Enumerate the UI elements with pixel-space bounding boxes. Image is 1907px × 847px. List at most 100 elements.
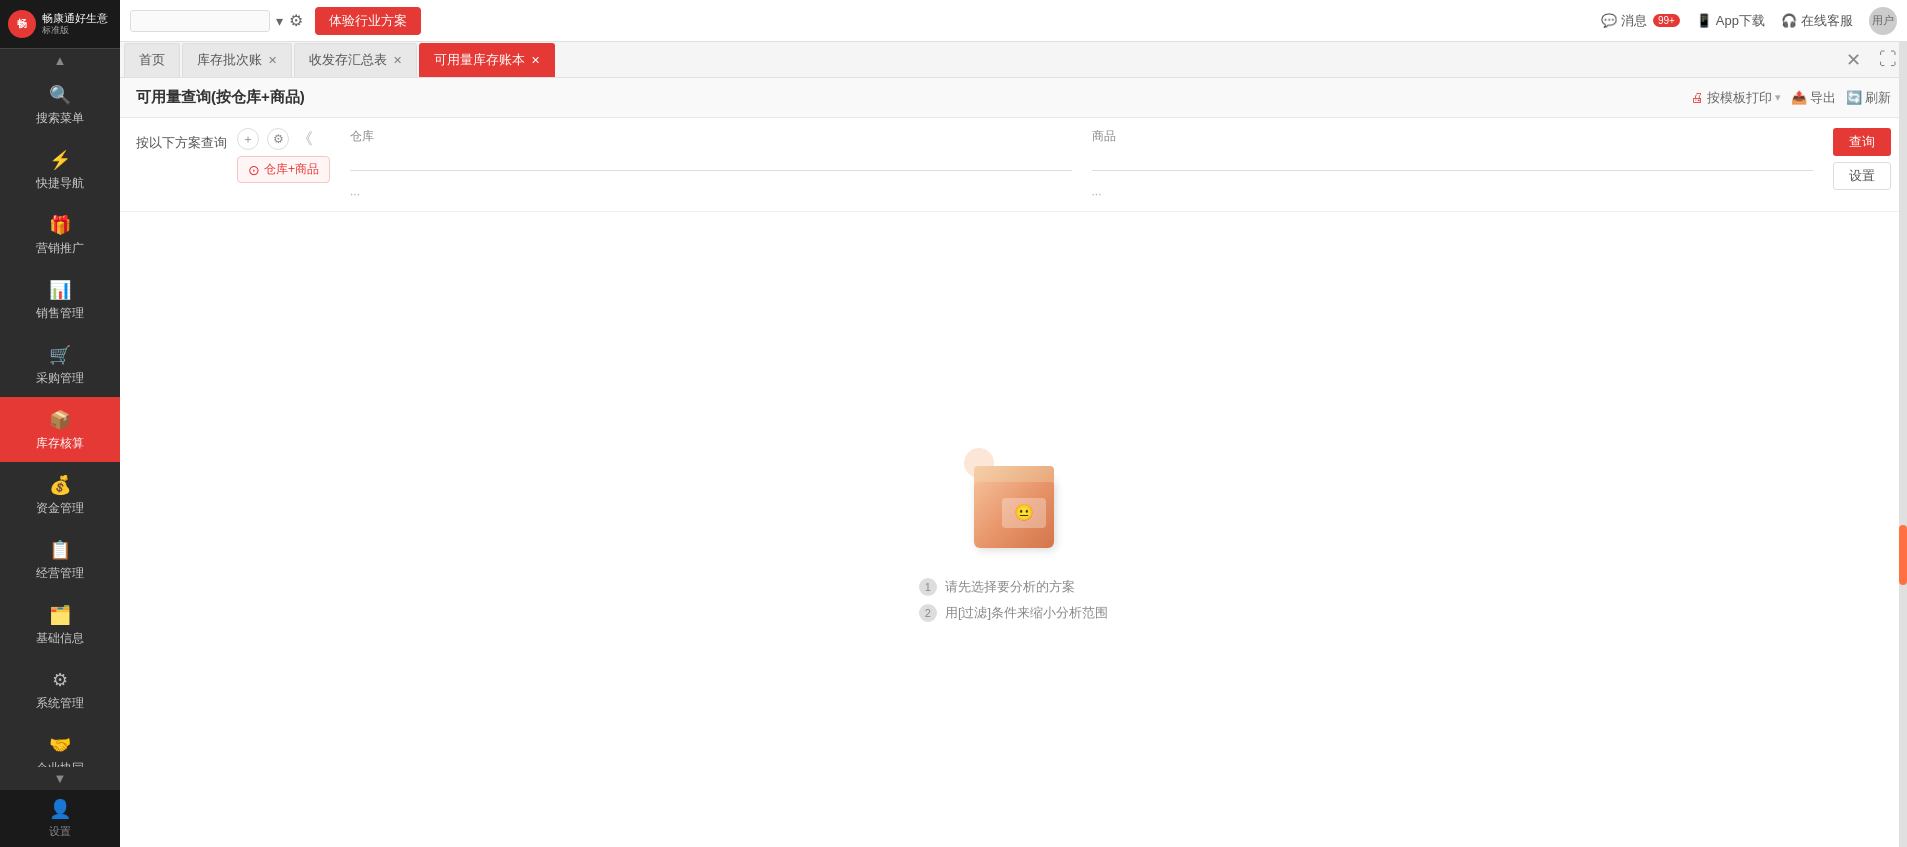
nav-label-9: 系统管理	[36, 695, 84, 712]
tab-label-1: 库存批次账	[197, 51, 262, 69]
tab-3[interactable]: 可用量库存账本 ✕	[419, 43, 555, 77]
nav-icon-9: ⚙	[52, 669, 68, 691]
main-area: ▾ ⚙ 体验行业方案 💬 消息 99+ 📱 App下载 🎧 在线客服 用户	[120, 0, 1907, 847]
user-avatar[interactable]: 用户	[1869, 7, 1897, 35]
nav-label-1: 快捷导航	[36, 175, 84, 192]
nav-icon-10: 🤝	[49, 734, 71, 756]
sidebar-item-销售管理[interactable]: 📊 销售管理	[0, 267, 120, 332]
sidebar-item-搜索菜单[interactable]: 🔍 搜索菜单	[0, 72, 120, 137]
topbar-gear-btn[interactable]: ⚙	[289, 11, 303, 30]
goods-label: 商品	[1092, 128, 1814, 145]
sidebar-item-企业协同[interactable]: 🤝 企业协同	[0, 722, 120, 767]
topbar-app-download[interactable]: 📱 App下载	[1696, 12, 1765, 30]
nav-icon-6: 💰	[49, 474, 71, 496]
tab-label-3: 可用量库存账本	[434, 51, 525, 69]
nav-icon-5: 📦	[49, 409, 71, 431]
filter-options: ＋ ⚙ 《 ⊙ 仓库+商品	[237, 128, 330, 183]
print-icon: 🖨	[1691, 90, 1704, 105]
nav-label-7: 经营管理	[36, 565, 84, 582]
filter-area: 按以下方案查询 ＋ ⚙ 《 ⊙ 仓库+商品 仓库 ···	[120, 118, 1907, 212]
filter-settings-btn[interactable]: ⚙	[267, 128, 289, 150]
warehouse-more-btn[interactable]: ···	[350, 187, 1072, 201]
filter-top: ＋ ⚙ 《	[237, 128, 330, 150]
sidebar-item-营销推广[interactable]: 🎁 营销推广	[0, 202, 120, 267]
topbar-industry-btn[interactable]: 体验行业方案	[315, 7, 421, 35]
refresh-icon: 🔄	[1846, 90, 1862, 105]
nav-label-4: 采购管理	[36, 370, 84, 387]
msg-icon: 💬	[1601, 13, 1617, 28]
refresh-action-btn[interactable]: 🔄 刷新	[1846, 89, 1891, 107]
tab-0[interactable]: 首页	[124, 43, 180, 77]
sidebar-item-系统管理[interactable]: ⚙ 系统管理	[0, 657, 120, 722]
topbar-right: 💬 消息 99+ 📱 App下载 🎧 在线客服 用户	[1601, 7, 1897, 35]
nav-icon-8: 🗂️	[49, 604, 71, 626]
tab-label-0: 首页	[139, 51, 165, 69]
page-title: 可用量查询(按仓库+商品)	[136, 88, 305, 107]
sidebar-item-快捷导航[interactable]: ⚡ 快捷导航	[0, 137, 120, 202]
nav-icon-7: 📋	[49, 539, 71, 561]
empty-hints: 1 请先选择要分析的方案 2 用[过滤]条件来缩小分析范围	[919, 578, 1108, 622]
tab-close-all-btn[interactable]: ✕	[1840, 47, 1867, 73]
sidebar-item-库存核算[interactable]: 📦 库存核算	[0, 397, 120, 462]
right-scrollbar[interactable]	[1899, 42, 1907, 847]
settings-btn[interactable]: 设置	[1833, 162, 1891, 190]
tab-1[interactable]: 库存批次账 ✕	[182, 43, 292, 77]
nav-label-10: 企业协同	[36, 760, 84, 767]
tab-close-2[interactable]: ✕	[393, 54, 402, 67]
page-title-bar: 可用量查询(按仓库+商品) 🖨 按模板打印 ▾ 📤 导出 🔄 刷新	[120, 78, 1907, 118]
nav-label-6: 资金管理	[36, 500, 84, 517]
filter-fields: 仓库 ··· 商品 ···	[350, 128, 1813, 201]
nav-label-2: 营销推广	[36, 240, 84, 257]
logo-text: 畅康通好生意 标准版	[42, 11, 108, 37]
topbar: ▾ ⚙ 体验行业方案 💬 消息 99+ 📱 App下载 🎧 在线客服 用户	[120, 0, 1907, 42]
empty-illustration: 😐	[954, 438, 1074, 558]
topbar-online-support[interactable]: 🎧 在线客服	[1781, 12, 1853, 30]
filter-collapse-btn[interactable]: 《	[297, 129, 313, 150]
export-action-btn[interactable]: 📤 导出	[1791, 89, 1836, 107]
export-icon: 📤	[1791, 90, 1807, 105]
nav-label-8: 基础信息	[36, 630, 84, 647]
nav-icon-4: 🛒	[49, 344, 71, 366]
sidebar-logo: 畅 畅康通好生意 标准版	[0, 0, 120, 49]
sidebar-scroll-down[interactable]: ▼	[0, 767, 120, 790]
goods-input[interactable]	[1092, 147, 1814, 171]
filter-right-btns: 查询 设置	[1833, 128, 1891, 190]
sidebar-item-资金管理[interactable]: 💰 资金管理	[0, 462, 120, 527]
empty-box-face: 😐	[1002, 498, 1046, 528]
filter-field-warehouse: 仓库 ···	[350, 128, 1072, 201]
headset-icon: 🎧	[1781, 13, 1797, 28]
topbar-search-input[interactable]	[130, 10, 270, 32]
nav-icon-0: 🔍	[49, 84, 71, 106]
content-area: 可用量查询(按仓库+商品) 🖨 按模板打印 ▾ 📤 导出 🔄 刷新 按以下	[120, 78, 1907, 847]
empty-hint-1: 1 请先选择要分析的方案	[919, 578, 1108, 596]
filter-add-btn[interactable]: ＋	[237, 128, 259, 150]
print-action-btn[interactable]: 🖨 按模板打印 ▾	[1691, 89, 1781, 107]
tab-2[interactable]: 收发存汇总表 ✕	[294, 43, 417, 77]
goods-more-btn[interactable]: ···	[1092, 187, 1814, 201]
sidebar-item-基础信息[interactable]: 🗂️ 基础信息	[0, 592, 120, 657]
empty-state: 😐 1 请先选择要分析的方案 2 用[过滤]条件来缩小分析范围	[120, 212, 1907, 847]
filter-chip-warehouse-goods[interactable]: ⊙ 仓库+商品	[237, 156, 330, 183]
sidebar-item-采购管理[interactable]: 🛒 采购管理	[0, 332, 120, 397]
empty-box: 😐	[974, 478, 1054, 548]
tab-close-3[interactable]: ✕	[531, 54, 540, 67]
topbar-dropdown-btn[interactable]: ▾	[276, 13, 283, 29]
sidebar-scroll-up[interactable]: ▲	[0, 49, 120, 72]
tabs-bar-right: ✕ ⛶	[1840, 47, 1903, 73]
topbar-msg[interactable]: 💬 消息 99+	[1601, 12, 1680, 30]
filter-label: 按以下方案查询	[136, 134, 227, 152]
nav-label-0: 搜索菜单	[36, 110, 84, 127]
warehouse-input[interactable]	[350, 147, 1072, 171]
nav-icon-1: ⚡	[49, 149, 71, 171]
tab-close-1[interactable]: ✕	[268, 54, 277, 67]
nav-label-3: 销售管理	[36, 305, 84, 322]
tabs-bar: 首页 库存批次账 ✕ 收发存汇总表 ✕ 可用量库存账本 ✕ ✕ ⛶	[120, 42, 1907, 78]
sidebar-nav: 🔍 搜索菜单 ⚡ 快捷导航 🎁 营销推广 📊 销售管理 🛒 采购管理 📦 库存核…	[0, 72, 120, 767]
msg-badge: 99+	[1653, 14, 1680, 27]
sidebar-item-bottom[interactable]: 👤 设置	[0, 790, 120, 847]
sidebar: 畅 畅康通好生意 标准版 ▲ 🔍 搜索菜单 ⚡ 快捷导航 🎁 营销推广 📊 销售…	[0, 0, 120, 847]
nav-icon-3: 📊	[49, 279, 71, 301]
sidebar-item-经营管理[interactable]: 📋 经营管理	[0, 527, 120, 592]
query-btn[interactable]: 查询	[1833, 128, 1891, 156]
tab-label-2: 收发存汇总表	[309, 51, 387, 69]
